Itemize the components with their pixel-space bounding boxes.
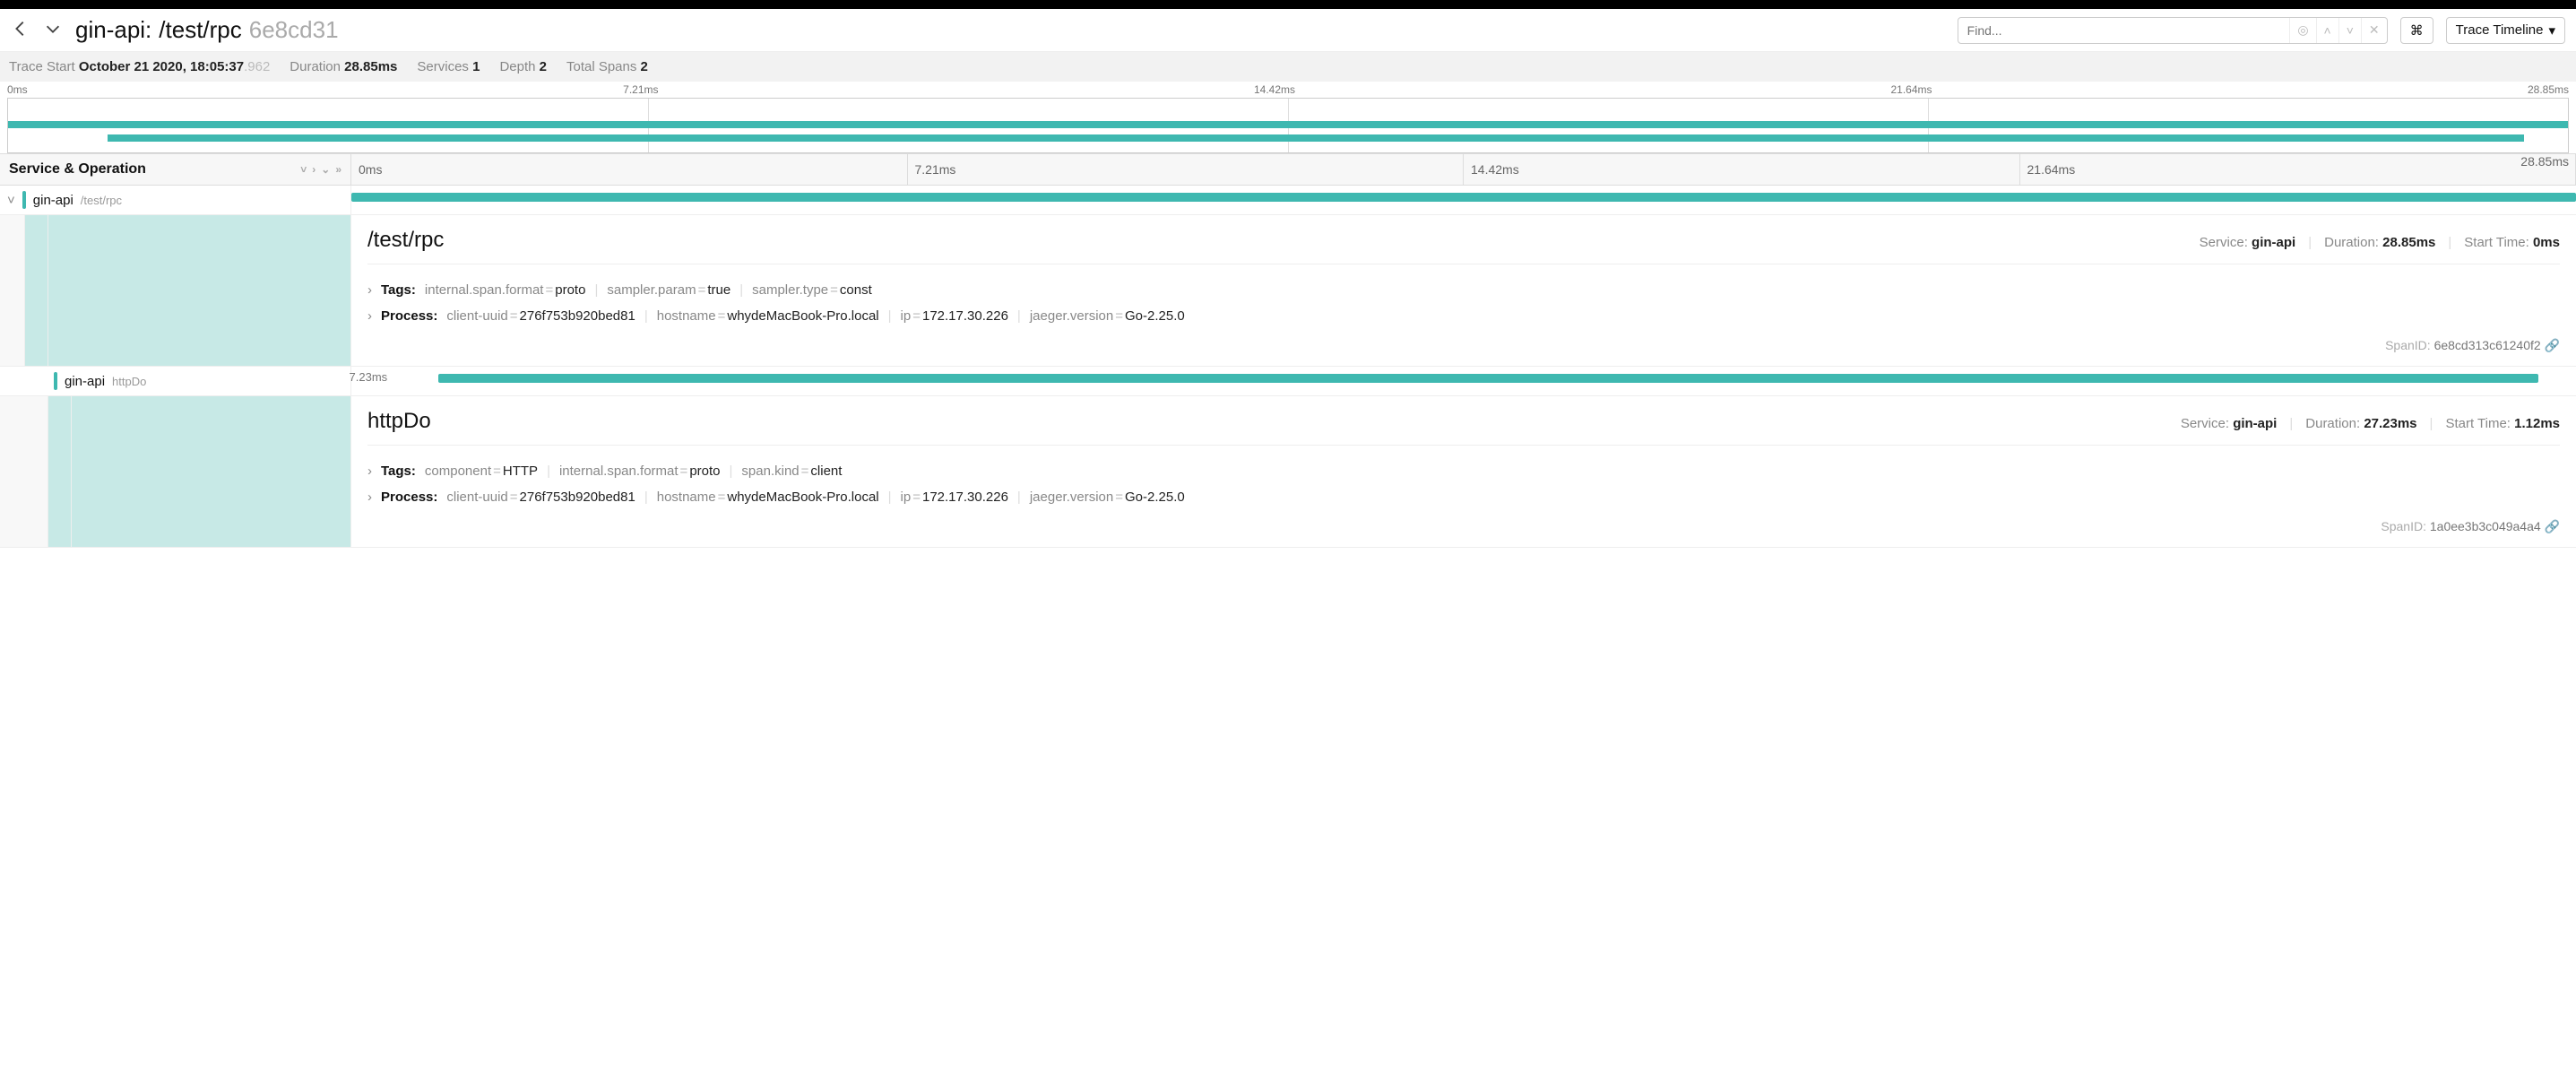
title-trace-id: 6e8cd31 bbox=[249, 16, 339, 44]
span-detail: /test/rpc Service: gin-api| Duration: 28… bbox=[0, 215, 2576, 367]
collapse-one-icon[interactable]: ˅ bbox=[300, 163, 307, 176]
trace-title: gin-api: /test/rpc 6e8cd31 bbox=[75, 16, 339, 44]
find-target-icon[interactable]: ◎ bbox=[2289, 18, 2315, 43]
span-operation: /test/rpc bbox=[81, 194, 122, 207]
minimap-span-1 bbox=[8, 121, 2568, 128]
span-bar[interactable] bbox=[351, 193, 2576, 202]
find-clear-icon[interactable]: ✕ bbox=[2361, 18, 2387, 43]
link-icon[interactable]: 🔗 bbox=[2545, 338, 2560, 352]
trace-header: gin-api: /test/rpc 6e8cd31 ◎ ˄ ˅ ✕ ⌘ Tra… bbox=[0, 9, 2576, 52]
service-color-bar bbox=[22, 191, 26, 209]
trace-stats: Trace Start October 21 2020, 18:05:37.96… bbox=[0, 52, 2576, 82]
back-icon[interactable] bbox=[11, 19, 30, 41]
span-row[interactable]: gin-api httpDo 7.23ms bbox=[0, 367, 2576, 396]
link-icon[interactable]: 🔗 bbox=[2545, 519, 2560, 533]
span-bar[interactable] bbox=[438, 374, 2538, 383]
minimap-ticks: 0ms7.21ms14.42ms21.64ms28.85ms bbox=[0, 82, 2576, 98]
find-next-icon[interactable]: ˅ bbox=[2338, 18, 2361, 43]
span-id: SpanID: 6e8cd313c61240f2 🔗 bbox=[367, 329, 2560, 353]
expand-all-icon[interactable]: » bbox=[335, 163, 341, 176]
title-service: gin-api: bbox=[75, 16, 151, 44]
find-bar: ◎ ˄ ˅ ✕ bbox=[1958, 17, 2388, 44]
span-service: gin-api bbox=[65, 374, 105, 389]
view-selector-label: Trace Timeline bbox=[2456, 22, 2544, 38]
process-row[interactable]: ›Process: client-uuid=276f753b920bed81 |… bbox=[367, 303, 2560, 329]
minimap[interactable] bbox=[7, 98, 2569, 153]
span-detail: httpDo Service: gin-api| Duration: 27.23… bbox=[0, 396, 2576, 548]
detail-title: /test/rpc bbox=[367, 228, 444, 253]
service-operation-label: Service & Operation bbox=[9, 161, 146, 178]
service-color-bar bbox=[54, 372, 57, 390]
find-prev-icon[interactable]: ˄ bbox=[2316, 18, 2338, 43]
collapse-all-icon[interactable]: ⌄ bbox=[321, 163, 330, 176]
tags-row[interactable]: ›Tags: internal.span.format=proto | samp… bbox=[367, 277, 2560, 303]
minimap-span-2 bbox=[108, 134, 2524, 142]
timeline-header: Service & Operation ˅ › ⌄ » 0ms 7.21ms 1… bbox=[0, 153, 2576, 186]
tags-row[interactable]: ›Tags: component=HTTP | internal.span.fo… bbox=[367, 458, 2560, 484]
title-operation: /test/rpc bbox=[159, 16, 241, 44]
view-selector[interactable]: Trace Timeline▾ bbox=[2446, 17, 2565, 44]
span-operation: httpDo bbox=[112, 375, 146, 388]
expand-one-icon[interactable]: › bbox=[312, 163, 316, 176]
span-duration-label: 7.23ms bbox=[350, 370, 388, 384]
detail-title: httpDo bbox=[367, 409, 431, 434]
find-input[interactable] bbox=[1958, 23, 2290, 38]
window-chrome bbox=[0, 0, 2576, 9]
chevron-down-icon[interactable]: ˅ bbox=[7, 193, 15, 208]
span-service: gin-api bbox=[33, 193, 73, 208]
process-row[interactable]: ›Process: client-uuid=276f753b920bed81 |… bbox=[367, 484, 2560, 510]
chevron-down-icon: ▾ bbox=[2548, 22, 2555, 39]
chevron-down-icon[interactable] bbox=[43, 19, 63, 41]
keyboard-shortcuts-button[interactable]: ⌘ bbox=[2400, 17, 2433, 44]
span-row[interactable]: ˅ gin-api /test/rpc bbox=[0, 186, 2576, 215]
span-id: SpanID: 1a0ee3b3c049a4a4 🔗 bbox=[367, 510, 2560, 534]
